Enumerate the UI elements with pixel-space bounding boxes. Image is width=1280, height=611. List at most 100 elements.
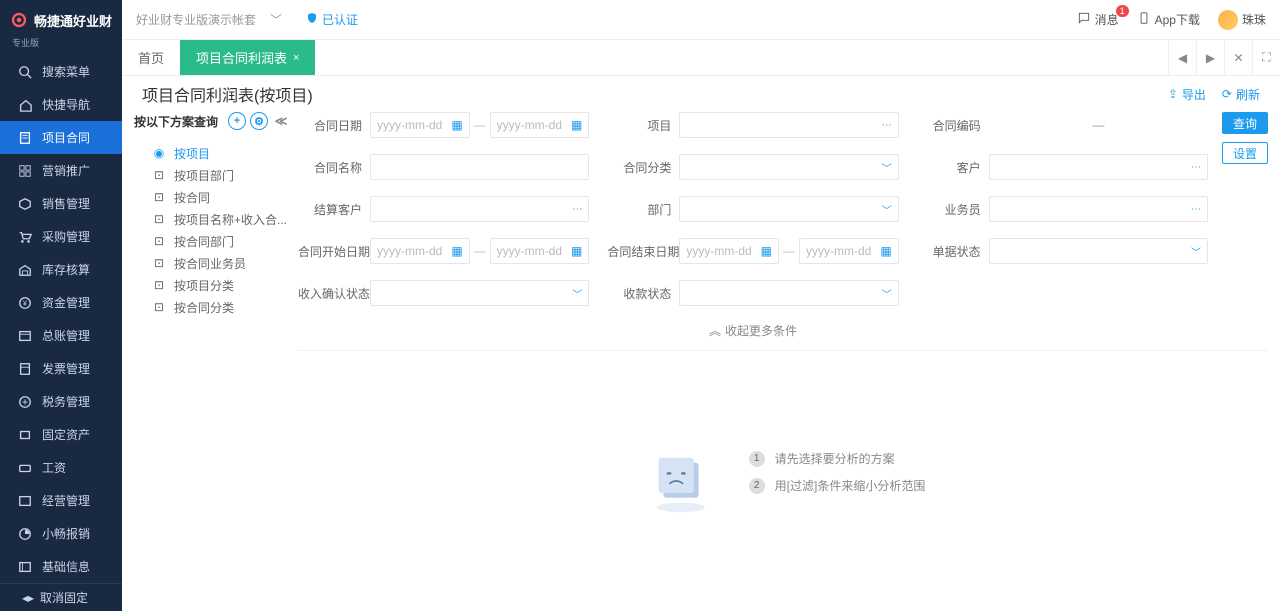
contract-name-input[interactable] <box>370 154 589 180</box>
sidebar-item-label: 经营管理 <box>42 492 90 509</box>
app-download-label: App下载 <box>1155 11 1200 28</box>
tabs-bar: 首页 项目合同利润表 × ◀ ▶ ✕ ⛶ <box>122 40 1280 76</box>
contract-start-from[interactable]: yyyy-mm-dd▦ <box>370 238 470 264</box>
date-placeholder: yyyy-mm-dd <box>377 118 442 132</box>
tab-prev-button[interactable]: ◀ <box>1168 40 1196 76</box>
sidebar-item-7[interactable]: ¥ 资金管理 <box>0 286 122 319</box>
scheme-item-label: 按合同分类 <box>174 299 234 316</box>
calendar-icon: ▦ <box>761 244 772 258</box>
sidebar-item-8[interactable]: 总账管理 <box>0 319 122 352</box>
more-icon: ⋯ <box>572 204 582 215</box>
chevron-down-icon: ﹀ <box>270 11 282 28</box>
app-download-button[interactable]: App下载 <box>1137 11 1200 28</box>
contract-date-to[interactable]: yyyy-mm-dd▦ <box>490 112 590 138</box>
label-salesman: 业务员 <box>917 201 981 218</box>
fullscreen-button[interactable]: ⛶ <box>1252 40 1280 76</box>
coin-icon: ¥ <box>18 296 32 310</box>
empty-step-2: 2 用[过滤]条件来缩小分析范围 <box>749 477 926 494</box>
messages-button[interactable]: 消息 1 <box>1077 11 1119 28</box>
sidebar-item-6[interactable]: 库存核算 <box>0 253 122 286</box>
settle-customer-input[interactable]: ⋯ <box>370 196 589 222</box>
sidebar-item-5[interactable]: 采购管理 <box>0 220 122 253</box>
tab-profit-report[interactable]: 项目合同利润表 × <box>180 40 315 75</box>
export-button[interactable]: ⇪ 导出 <box>1168 86 1206 103</box>
tab-next-button[interactable]: ▶ <box>1196 40 1224 76</box>
sidebar-item-14[interactable]: 小畅报销 <box>0 517 122 550</box>
sidebar-item-12[interactable]: 工资 <box>0 451 122 484</box>
calendar-icon: ▦ <box>880 244 891 258</box>
date-placeholder: yyyy-mm-dd <box>806 244 871 258</box>
scheme-item-0[interactable]: ◉按项目 <box>134 142 290 164</box>
tab-close-all-button[interactable]: ✕ <box>1224 40 1252 76</box>
search-icon <box>18 65 32 79</box>
scheme-item-5[interactable]: ⊡按合同业务员 <box>134 252 290 274</box>
brand-edition: 专业版 <box>0 36 122 49</box>
scheme-collapse-button[interactable]: ≪ <box>272 112 290 130</box>
salesman-input[interactable]: ⋯ <box>989 196 1208 222</box>
label-customer: 客户 <box>917 159 981 176</box>
contract-end-from[interactable]: yyyy-mm-dd▦ <box>679 238 779 264</box>
user-menu[interactable]: 珠珠 <box>1218 10 1266 30</box>
department-input[interactable]: ﹀ <box>679 196 898 222</box>
contract-end-to[interactable]: yyyy-mm-dd ▦ <box>799 238 899 264</box>
sidebar-item-10[interactable]: 税务管理 <box>0 385 122 418</box>
scheme-item-label: 按合同部门 <box>174 233 234 250</box>
receipt-status-input[interactable]: ﹀ <box>679 280 898 306</box>
sidebar-item-4[interactable]: 销售管理 <box>0 187 122 220</box>
sidebar-item-label: 搜索菜单 <box>42 63 90 80</box>
sidebar-item-label: 采购管理 <box>42 228 90 245</box>
top-header: 好业财专业版演示帐套 ﹀ 已认证 消息 1 App下载 珠珠 <box>122 0 1280 40</box>
sidebar-menu: 搜索菜单快捷导航项目合同营销推广销售管理采购管理库存核算 ¥ 资金管理总账管理发票管… <box>0 55 122 583</box>
sidebar-item-2[interactable]: 项目合同 <box>0 121 122 154</box>
scheme-add-button[interactable]: + <box>228 112 246 130</box>
label-settle-customer: 结算客户 <box>298 201 362 218</box>
user-name: 珠珠 <box>1242 11 1266 28</box>
sidebar-item-9[interactable]: 发票管理 <box>0 352 122 385</box>
ledger-icon <box>18 329 32 343</box>
date-dash: — <box>474 118 486 132</box>
scheme-item-3[interactable]: ⊡按项目名称+收入合... <box>134 208 290 230</box>
sidebar-item-0[interactable]: 搜索菜单 <box>0 55 122 88</box>
calendar-icon: ▦ <box>451 244 462 258</box>
tab-profit-label: 项目合同利润表 <box>196 48 287 67</box>
customer-input[interactable]: ⋯ <box>989 154 1208 180</box>
income-status-input[interactable]: ﹀ <box>370 280 589 306</box>
export-label: 导出 <box>1182 86 1206 103</box>
refresh-button[interactable]: ⟳ 刷新 <box>1222 86 1260 103</box>
contract-start-to[interactable]: yyyy-mm-dd▦ <box>490 238 590 264</box>
empty-illustration <box>641 437 721 517</box>
tab-home[interactable]: 首页 <box>122 40 180 75</box>
project-input[interactable]: ⋯ <box>679 112 898 138</box>
sidebar-item-1[interactable]: 快捷导航 <box>0 88 122 121</box>
filter-form: 合同日期 yyyy-mm-dd▦ — yyyy-mm-dd▦ 项目 ⋯ 合同编码… <box>298 112 1268 339</box>
org-selector[interactable]: 好业财专业版演示帐套 ﹀ <box>136 11 282 28</box>
label-contract-date: 合同日期 <box>298 117 362 134</box>
scheme-item-7[interactable]: ⊡按合同分类 <box>134 296 290 318</box>
salary-icon <box>18 461 32 475</box>
sidebar-item-11[interactable]: 固定资产 <box>0 418 122 451</box>
scheme-item-1[interactable]: ⊡按项目部门 <box>134 164 290 186</box>
svg-text:¥: ¥ <box>23 300 27 307</box>
scheme-settings-button[interactable]: ⚙ <box>250 112 268 130</box>
sidebar-item-label: 资金管理 <box>42 294 90 311</box>
report-icon <box>18 527 32 541</box>
bill-status-input[interactable]: ﹀ <box>989 238 1208 264</box>
date-placeholder: yyyy-mm-dd <box>497 244 562 258</box>
contract-date-from[interactable]: yyyy-mm-dd▦ <box>370 112 470 138</box>
scheme-item-4[interactable]: ⊡按合同部门 <box>134 230 290 252</box>
date-dash: — <box>783 244 795 258</box>
sidebar-item-13[interactable]: 经营管理 <box>0 484 122 517</box>
unpin-button[interactable]: ◂▸ 取消固定 <box>0 583 122 611</box>
collapse-filters-button[interactable]: ︽ 收起更多条件 <box>298 322 1208 339</box>
scheme-item-6[interactable]: ⊡按项目分类 <box>134 274 290 296</box>
step-number: 2 <box>749 478 765 494</box>
scheme-icon: ⊡ <box>152 190 166 204</box>
org-name: 好业财专业版演示帐套 <box>136 11 256 28</box>
scheme-item-2[interactable]: ⊡按合同 <box>134 186 290 208</box>
contract-cat-input[interactable]: ﹀ <box>679 154 898 180</box>
chevron-down-icon: ﹀ <box>882 202 892 217</box>
tab-close-icon[interactable]: × <box>293 52 299 64</box>
sidebar-item-15[interactable]: 基础信息 <box>0 550 122 583</box>
export-icon: ⇪ <box>1168 87 1178 101</box>
sidebar-item-3[interactable]: 营销推广 <box>0 154 122 187</box>
